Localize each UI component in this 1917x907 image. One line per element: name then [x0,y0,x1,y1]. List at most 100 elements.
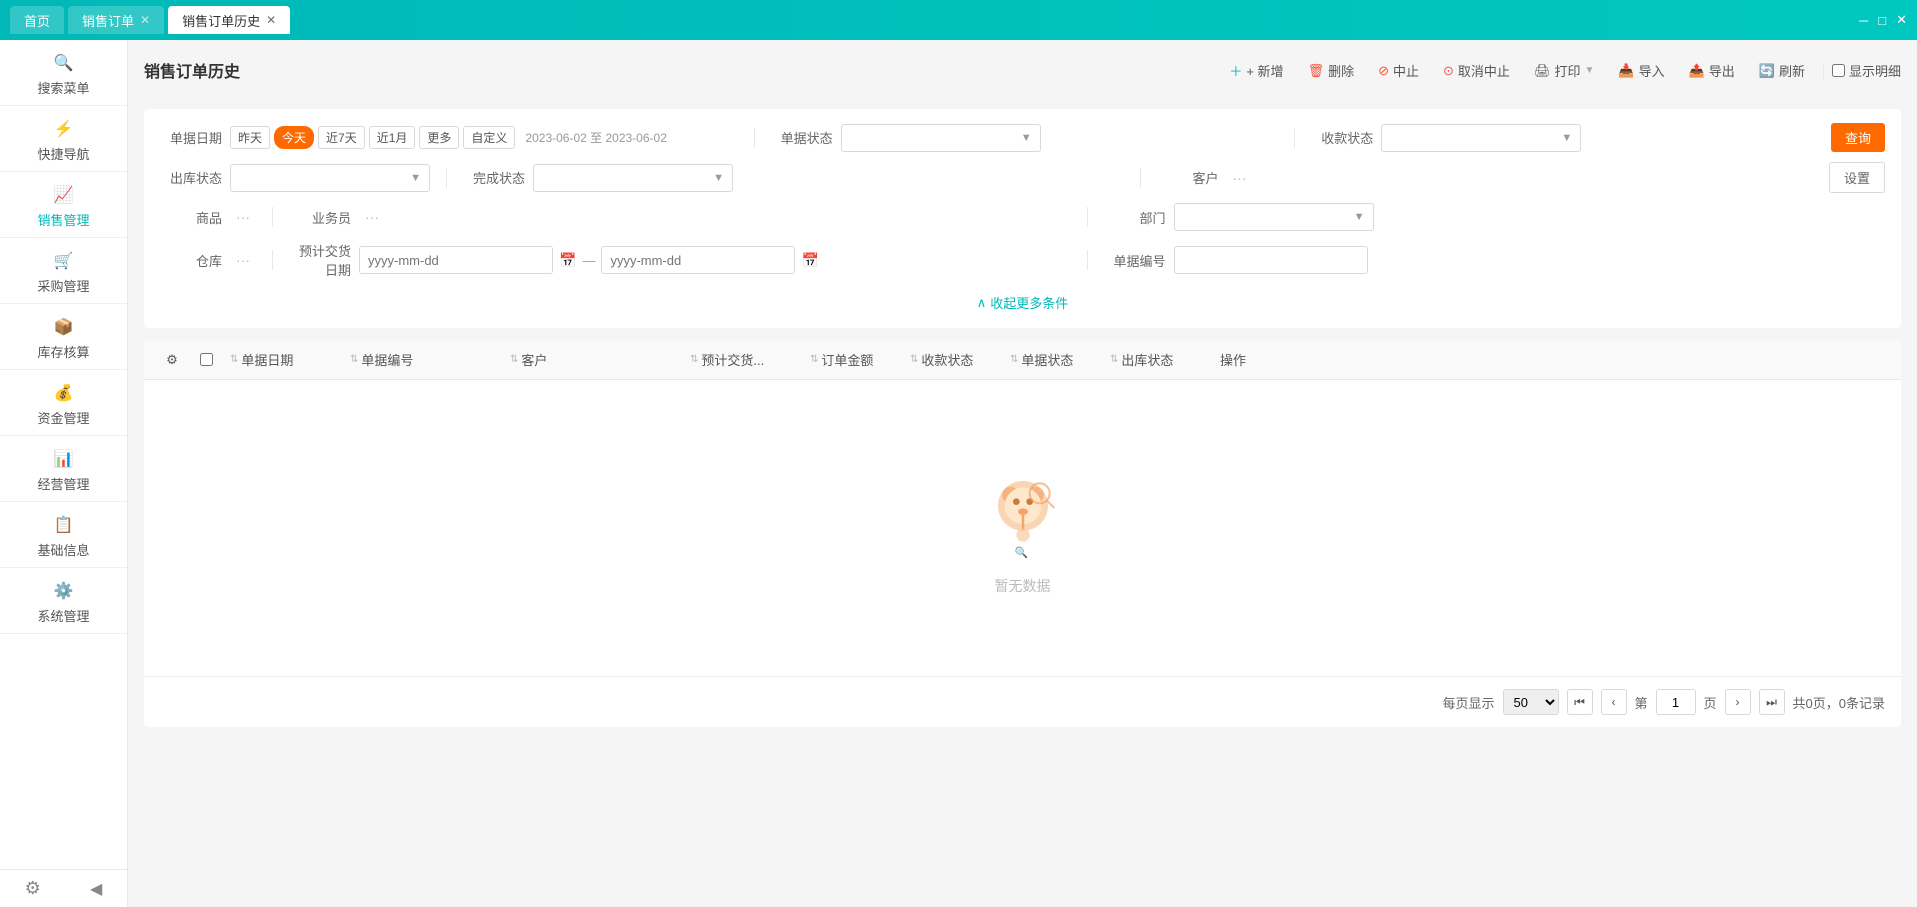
import-label: 导入 [1639,61,1665,80]
prev-page-btn[interactable]: ‹ [1601,689,1627,715]
sidebar-item-purchase[interactable]: 🛒 采购管理 [0,238,127,304]
completion-status-select[interactable]: ▼ [533,164,733,192]
inventory-icon: 📦 [53,316,75,338]
sidebar-collapse-btn[interactable]: ◀ [90,879,102,899]
export-btn[interactable]: 📤 导出 [1679,56,1745,85]
th-outbound[interactable]: ⇅ 出库状态 [1102,350,1212,369]
th-receipt[interactable]: ⇅ 收款状态 [902,350,1002,369]
date-quick-btns: 昨天 今天 近7天 近1月 更多 自定义 [230,126,515,149]
sidebar-item-system[interactable]: ⚙️ 系统管理 [0,568,127,634]
display-detail-checkbox[interactable]: 显示明细 [1832,61,1901,80]
cancel-stop-btn[interactable]: ⊙ 取消中止 [1433,56,1520,85]
query-btn[interactable]: 查询 [1831,123,1885,152]
th-date[interactable]: ⇅ 单据日期 [222,350,342,369]
product-label: 商品 [160,208,230,227]
department-section: 部门 ▼ [1104,203,1886,231]
th-action-label: 操作 [1220,350,1246,369]
calendar-icon-from[interactable]: 📅 [559,252,576,269]
collapse-more-btn[interactable]: ∧ 收起更多条件 [160,289,1885,314]
th-settings[interactable]: ⚙ [154,352,190,368]
sort-icon-amount: ⇅ [810,354,818,365]
sidebar-item-sales-label: 销售管理 [37,210,89,229]
docno-input[interactable] [1174,246,1368,274]
th-delivery[interactable]: ⇅ 预计交货... [682,350,802,369]
new-btn[interactable]: ＋ + 新增 [1219,56,1293,85]
th-amount[interactable]: ⇅ 订单金额 [802,350,902,369]
sidebar-item-inventory[interactable]: 📦 库存核算 [0,304,127,370]
print-btn[interactable]: 🖨 打印 ▼ [1524,56,1604,85]
department-select[interactable]: ▼ [1174,203,1374,231]
th-customer[interactable]: ⇅ 客户 [502,350,682,369]
date-btn-7days[interactable]: 近7天 [318,126,365,149]
new-label: + 新增 [1246,61,1283,80]
select-all-checkbox[interactable] [200,353,213,366]
tab-home[interactable]: 首页 [10,6,64,34]
warehouse-btn[interactable]: ··· [230,250,256,270]
print-label: 打印 [1554,61,1580,80]
refresh-btn[interactable]: 🔄 刷新 [1749,56,1815,85]
status-select[interactable]: ▼ [841,124,1041,152]
page-input[interactable] [1656,689,1696,715]
th-docno-label: 单据编号 [361,350,413,369]
date-btn-more[interactable]: 更多 [419,126,459,149]
date-btn-yesterday[interactable]: 昨天 [230,126,270,149]
minimize-btn[interactable]: ─ [1859,13,1868,28]
stop-btn[interactable]: ⊘ 中止 [1368,56,1429,85]
per-page-select[interactable]: 50 100 200 [1503,689,1559,715]
tab-sales-order[interactable]: 销售订单 ✕ [68,6,164,34]
sidebar-item-search-label: 搜索菜单 [37,78,89,97]
display-detail-input[interactable] [1832,64,1845,77]
tab-sales-order-history[interactable]: 销售订单历史 ✕ [168,6,290,34]
settings-gear-icon: ⚙ [166,352,178,368]
th-docno[interactable]: ⇅ 单据编号 [342,350,502,369]
sidebar-item-inventory-label: 库存核算 [37,342,89,361]
delete-icon: 🗑 [1308,63,1325,79]
filter-row-4: 仓库 ··· 预计交货日期 📅 — 📅 单据编号 [160,241,1885,279]
date-btn-today[interactable]: 今天 [274,126,314,149]
th-checkbox[interactable] [190,353,222,366]
docno-section: 单据编号 [1104,246,1886,274]
delete-btn[interactable]: 🗑 删除 [1298,56,1365,85]
print-icon: 🖨 [1534,63,1551,79]
sidebar-item-quicknav[interactable]: ⚡ 快捷导航 [0,106,127,172]
cancel-stop-icon: ⊙ [1443,63,1454,79]
tab-sales-order-label: 销售订单 [82,11,134,30]
sort-icon-date: ⇅ [230,354,238,365]
first-page-btn[interactable]: ⏮ [1567,689,1593,715]
settings-btn[interactable]: 设置 [1829,162,1885,193]
outbound-status-select[interactable]: ▼ [230,164,430,192]
salesperson-btn[interactable]: ··· [359,207,385,227]
receipt-status-select[interactable]: ▼ [1381,124,1581,152]
maximize-btn[interactable]: □ [1878,13,1886,28]
import-btn[interactable]: 📥 导入 [1608,56,1674,85]
next-page-btn[interactable]: › [1725,689,1751,715]
th-outbound-label: 出库状态 [1121,350,1173,369]
tab-sales-order-close[interactable]: ✕ [140,13,150,27]
delivery-date-to[interactable] [601,246,795,274]
close-btn[interactable]: ✕ [1896,12,1907,28]
sidebar-settings-btn[interactable]: ⚙ [25,878,41,899]
filter-sep-8 [1087,250,1088,270]
product-btn[interactable]: ··· [230,207,256,227]
filter-sep-4 [1140,168,1141,188]
delivery-date-from[interactable] [359,246,553,274]
sidebar-item-operations[interactable]: 📊 经营管理 [0,436,127,502]
calendar-icon-to[interactable]: 📅 [801,252,818,269]
sidebar-item-basic-info[interactable]: 📋 基础信息 [0,502,127,568]
sidebar-item-finance[interactable]: 💰 资金管理 [0,370,127,436]
last-page-btn[interactable]: ⏭ [1759,689,1785,715]
sort-icon-receipt: ⇅ [910,354,918,365]
per-page-label: 每页显示 [1442,693,1494,712]
window-actions: ─ □ ✕ [1859,12,1907,28]
tab-sales-order-history-close[interactable]: ✕ [266,13,276,27]
date-btn-custom[interactable]: 自定义 [463,126,515,149]
sidebar-item-search[interactable]: 🔍 搜索菜单 [0,40,127,106]
collapse-label: 收起更多条件 [990,293,1068,312]
customer-btn[interactable]: ··· [1227,168,1253,188]
receipt-status-section: 收款状态 ▼ [1311,124,1819,152]
warehouse-label: 仓库 [160,251,230,270]
sidebar-item-sales[interactable]: 📈 销售管理 [0,172,127,238]
date-btn-1month[interactable]: 近1月 [369,126,416,149]
sidebar-bottom: ⚙ ◀ [0,869,127,907]
th-status[interactable]: ⇅ 单据状态 [1002,350,1102,369]
